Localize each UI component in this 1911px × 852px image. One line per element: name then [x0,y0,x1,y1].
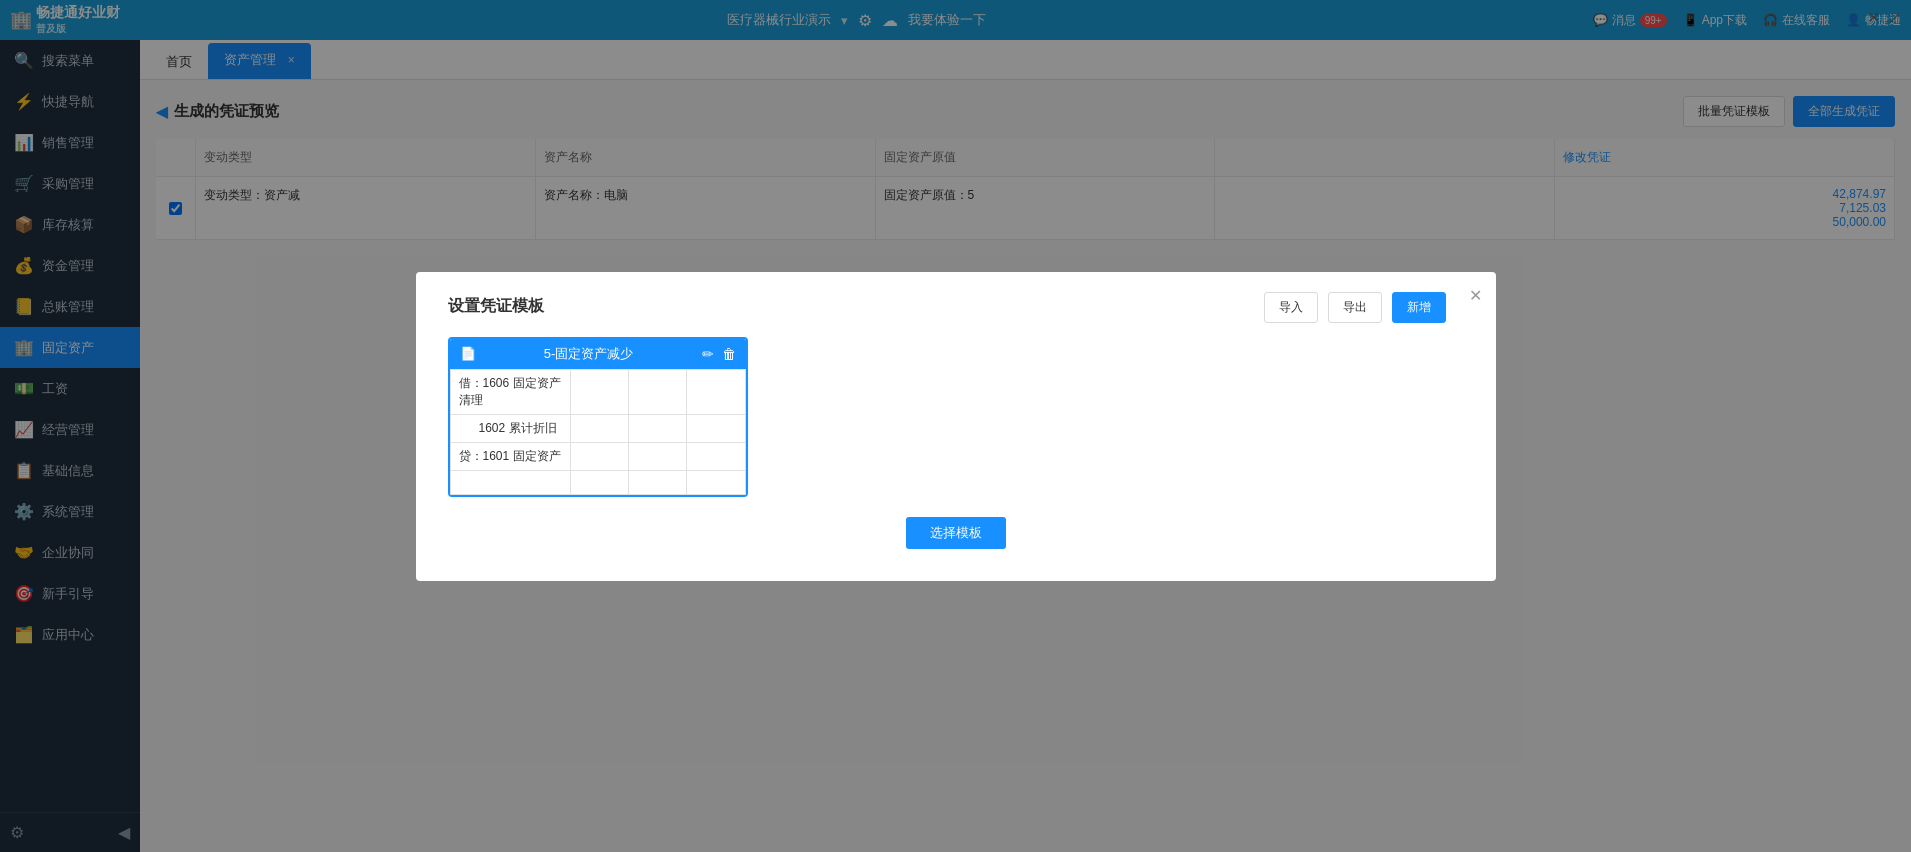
edit-icon[interactable]: ✏ [702,346,714,362]
modal-overlay[interactable]: ✕ 设置凭证模板 导入 导出 新增 📄 5-固定资产减少 ✏ 🗑 借：1606 … [0,0,1911,852]
empty-cell-1 [450,470,570,494]
credit-val2 [628,442,686,470]
select-template-btn[interactable]: 选择模板 [906,517,1006,549]
template-empty-row [450,470,745,494]
debit-val2 [628,369,686,414]
modal-close-btn[interactable]: ✕ [1469,286,1482,305]
template-debit-row-2: 1602 累计折旧 [450,414,745,442]
empty-cell-3 [628,470,686,494]
modal-dialog: ✕ 设置凭证模板 导入 导出 新增 📄 5-固定资产减少 ✏ 🗑 借：1606 … [416,272,1496,581]
select-template-area: 选择模板 [448,517,1464,549]
template-debit-row-1: 借：1606 固定资产清理 [450,369,745,414]
empty-cell-4 [687,470,745,494]
template-icon: 📄 [460,346,476,361]
empty-cell-2 [570,470,628,494]
new-btn[interactable]: 新增 [1392,292,1446,323]
debit-val4 [570,414,628,442]
debit-val3 [687,369,745,414]
delete-icon[interactable]: 🗑 [722,346,736,362]
debit-label-2: 1602 累计折旧 [450,414,570,442]
debit-label-1: 借：1606 固定资产清理 [450,369,570,414]
template-card-header: 📄 5-固定资产减少 ✏ 🗑 [450,339,746,369]
credit-val1 [570,442,628,470]
template-name: 5-固定资产减少 [544,345,634,363]
template-header-actions: ✏ 🗑 [702,346,736,362]
template-card: 📄 5-固定资产减少 ✏ 🗑 借：1606 固定资产清理 1602 [448,337,748,497]
credit-val3 [687,442,745,470]
debit-val5 [628,414,686,442]
debit-val6 [687,414,745,442]
debit-val1 [570,369,628,414]
import-btn[interactable]: 导入 [1264,292,1318,323]
credit-label-1: 贷：1601 固定资产 [450,442,570,470]
template-table: 借：1606 固定资产清理 1602 累计折旧 贷：1601 固定资产 [450,369,746,495]
export-btn[interactable]: 导出 [1328,292,1382,323]
template-credit-row-1: 贷：1601 固定资产 [450,442,745,470]
modal-actions: 导入 导出 新增 [1264,292,1446,323]
